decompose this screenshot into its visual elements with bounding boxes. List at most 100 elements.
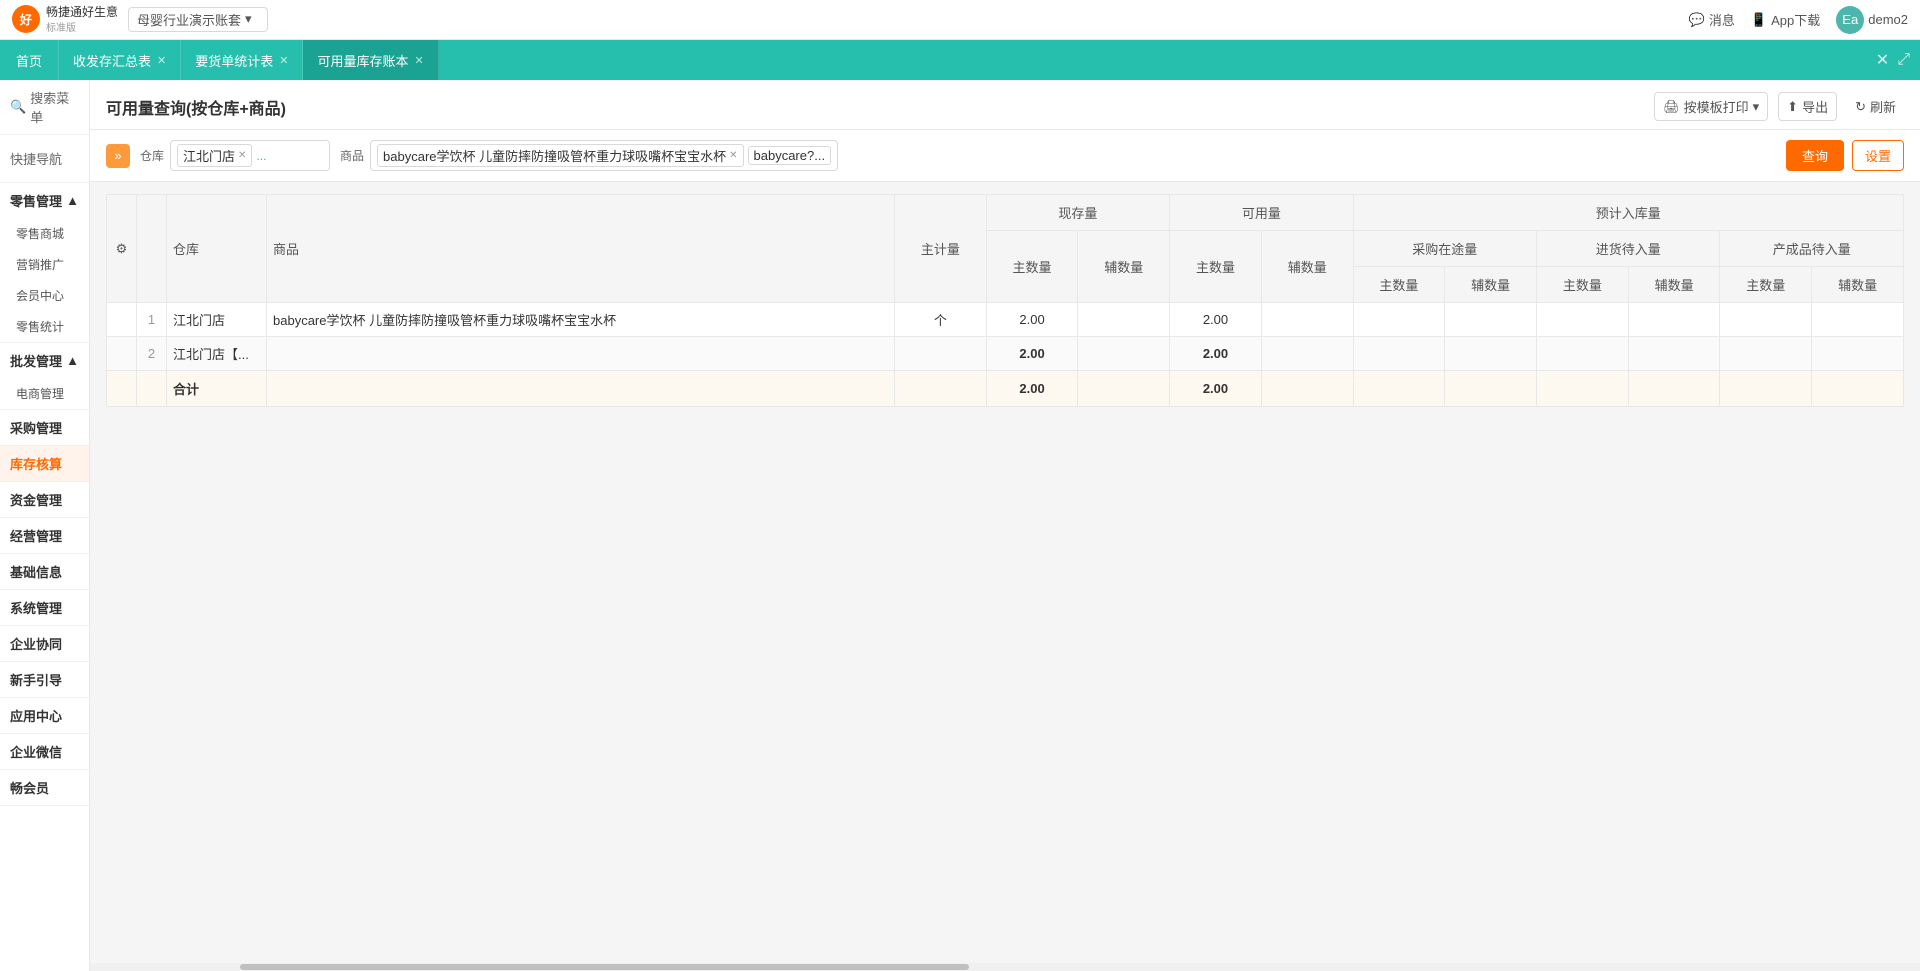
sidebar-item-retail-mall[interactable]: 零售商城 (0, 218, 89, 249)
cell-stock-aux-1 (1078, 303, 1170, 337)
top-bar: 好 畅捷通好生意 标准版 母婴行业演示账套 ▾ 💬 消息 📱 App下载 Ea … (0, 0, 1920, 40)
cell-purchase-transit-main-1 (1353, 303, 1445, 337)
mobile-icon: 📱 (1751, 12, 1767, 28)
cell-settings-1[interactable] (107, 303, 137, 337)
sidebar-item-quick-nav[interactable]: 快捷导航 (0, 141, 89, 176)
sidebar-item-inventory[interactable]: 库存核算 (0, 446, 89, 481)
tab-available-stock[interactable]: 可用量库存账本 ✕ (303, 40, 438, 80)
sidebar-item-member[interactable]: 畅会员 (0, 770, 89, 805)
sidebar-item-marketing[interactable]: 营销推广 (0, 249, 89, 280)
warehouse-tag-close[interactable]: ✕ (238, 150, 246, 161)
sidebar-item-wechat[interactable]: 企业微信 (0, 734, 89, 769)
username: demo2 (1868, 12, 1908, 27)
sidebar-item-operation[interactable]: 经营管理 (0, 518, 89, 553)
sidebar-section-retail-header[interactable]: 零售管理 ▲ (0, 183, 89, 218)
total-product (267, 371, 895, 407)
page-actions: 🖨 按模板打印 ▾ ⬆ 导出 ↻ 刷新 (1654, 92, 1904, 121)
total-production-aux (1812, 371, 1904, 407)
col-available-group-header: 可用量 (1170, 195, 1353, 231)
sidebar-section-wechat: 企业微信 (0, 734, 89, 770)
col-settings-header[interactable]: ⚙ (107, 195, 137, 303)
refresh-button[interactable]: ↻ 刷新 (1847, 93, 1904, 120)
cell-available-aux-2 (1261, 337, 1353, 371)
scroll-thumb[interactable] (240, 964, 969, 970)
cell-production-aux-1 (1812, 303, 1904, 337)
sidebar: 🔍 搜索菜单 快捷导航 零售管理 ▲ 零售商城 营销推广 会员中心 零售统计 批… (0, 80, 90, 971)
cell-available-main-2: 2.00 (1170, 337, 1262, 371)
product-tag-1-close[interactable]: ✕ (729, 150, 737, 161)
retail-expand-icon: ▲ (66, 193, 79, 208)
total-production-main (1720, 371, 1812, 407)
table-row: 1 江北门店 babycare学饮杯 儿童防摔防撞吸管杯重力球吸嘴杯宝宝水杯 个… (107, 303, 1904, 337)
warehouse-more-btn[interactable]: ... (256, 149, 266, 163)
sidebar-section-appcenter: 应用中心 (0, 698, 89, 734)
tab-available-stock-close[interactable]: ✕ (415, 54, 424, 67)
inventory-label: 库存核算 (10, 454, 62, 473)
print-button[interactable]: 🖨 按模板打印 ▾ (1654, 92, 1768, 121)
tab-home[interactable]: 首页 (0, 40, 59, 80)
page-header: 可用量查询(按仓库+商品) 🖨 按模板打印 ▾ ⬆ 导出 ↻ 刷新 (90, 80, 1920, 130)
nav-tabs: 首页 收发存汇总表 ✕ 要货单统计表 ✕ 可用量库存账本 ✕ ✕ ⤢ (0, 40, 1920, 80)
horizontal-scrollbar[interactable] (90, 963, 1920, 971)
col-incoming-header: 进货待入量 (1537, 231, 1720, 267)
user-profile[interactable]: Ea demo2 (1836, 6, 1908, 34)
sidebar-item-appcenter[interactable]: 应用中心 (0, 698, 89, 733)
sidebar-item-retail-stats[interactable]: 零售统计 (0, 311, 89, 342)
cell-stock-aux-2 (1078, 337, 1170, 371)
cell-production-aux-2 (1812, 337, 1904, 371)
close-all-tabs-icon[interactable]: ✕ (1876, 50, 1889, 70)
cell-incoming-aux-2 (1628, 337, 1720, 371)
warehouse-filter: 仓库 江北门店 ✕ ... (140, 140, 330, 171)
filter-expand-button[interactable]: » (106, 144, 130, 168)
cell-product-2 (267, 337, 895, 371)
finance-label: 资金管理 (10, 490, 62, 509)
sidebar-item-finance[interactable]: 资金管理 (0, 482, 89, 517)
cell-unit-2 (894, 337, 986, 371)
col-purchase-transit-aux-header: 辅数量 (1445, 267, 1537, 303)
sidebar-item-system[interactable]: 系统管理 (0, 590, 89, 625)
logo-icon: 好 (12, 5, 40, 33)
query-button[interactable]: 查询 (1786, 140, 1844, 171)
col-production-aux-header: 辅数量 (1812, 267, 1904, 303)
product-tag-container[interactable]: babycare学饮杯 儿童防摔防撞吸管杯重力球吸嘴杯宝宝水杯 ✕ babyca… (370, 140, 838, 171)
app-download-button[interactable]: 📱 App下载 (1751, 10, 1820, 29)
sidebar-item-enterprise[interactable]: 企业协同 (0, 626, 89, 661)
print-icon: 🖨 (1663, 99, 1680, 115)
cell-settings-2[interactable] (107, 337, 137, 371)
sidebar-search[interactable]: 🔍 搜索菜单 (0, 80, 89, 135)
industry-selector[interactable]: 母婴行业演示账套 ▾ (128, 7, 268, 32)
total-row: 合计 2.00 2.00 (107, 371, 1904, 407)
sidebar-section-wholesale-header[interactable]: 批发管理 ▲ (0, 343, 89, 378)
total-available-aux (1261, 371, 1353, 407)
message-button[interactable]: 💬 消息 (1689, 10, 1735, 29)
product-tag-2-text: babycare?... (754, 148, 826, 163)
warehouse-tag-container[interactable]: 江北门店 ✕ ... (170, 140, 330, 171)
tab-order-stats[interactable]: 要货单统计表 ✕ (181, 40, 303, 80)
sidebar-section-purchase: 采购管理 (0, 410, 89, 446)
nav-tabs-actions: ✕ ⤢ (1876, 40, 1920, 80)
tab-receipt[interactable]: 收发存汇总表 ✕ (59, 40, 181, 80)
settings-button[interactable]: 设置 (1852, 140, 1904, 171)
main-layout: 🔍 搜索菜单 快捷导航 零售管理 ▲ 零售商城 营销推广 会员中心 零售统计 批… (0, 80, 1920, 971)
expand-icon: » (114, 148, 121, 163)
product-tag-2: babycare?... (748, 146, 832, 165)
sidebar-item-purchase[interactable]: 采购管理 (0, 410, 89, 445)
expand-icon[interactable]: ⤢ (1897, 51, 1910, 69)
cell-rownum-1: 1 (137, 303, 167, 337)
sidebar-item-ecommerce[interactable]: 电商管理 (0, 378, 89, 409)
col-purchase-transit-header: 采购在途量 (1353, 231, 1536, 267)
export-button[interactable]: ⬆ 导出 (1778, 92, 1837, 121)
search-icon: 🔍 (10, 99, 26, 115)
sidebar-item-members[interactable]: 会员中心 (0, 280, 89, 311)
sidebar-item-newuser[interactable]: 新手引导 (0, 662, 89, 697)
app-name: 畅捷通好生意 (46, 5, 118, 19)
tab-receipt-close[interactable]: ✕ (157, 54, 166, 67)
warehouse-tag-text: 江北门店 (183, 146, 235, 165)
col-rownum-header (137, 195, 167, 303)
col-unit-header: 主计量 (894, 195, 986, 303)
newuser-label: 新手引导 (10, 670, 62, 689)
tab-order-stats-close[interactable]: ✕ (279, 54, 288, 67)
col-purchase-transit-main-header: 主数量 (1353, 267, 1445, 303)
tab-available-stock-label: 可用量库存账本 (317, 51, 408, 70)
sidebar-item-basic[interactable]: 基础信息 (0, 554, 89, 589)
